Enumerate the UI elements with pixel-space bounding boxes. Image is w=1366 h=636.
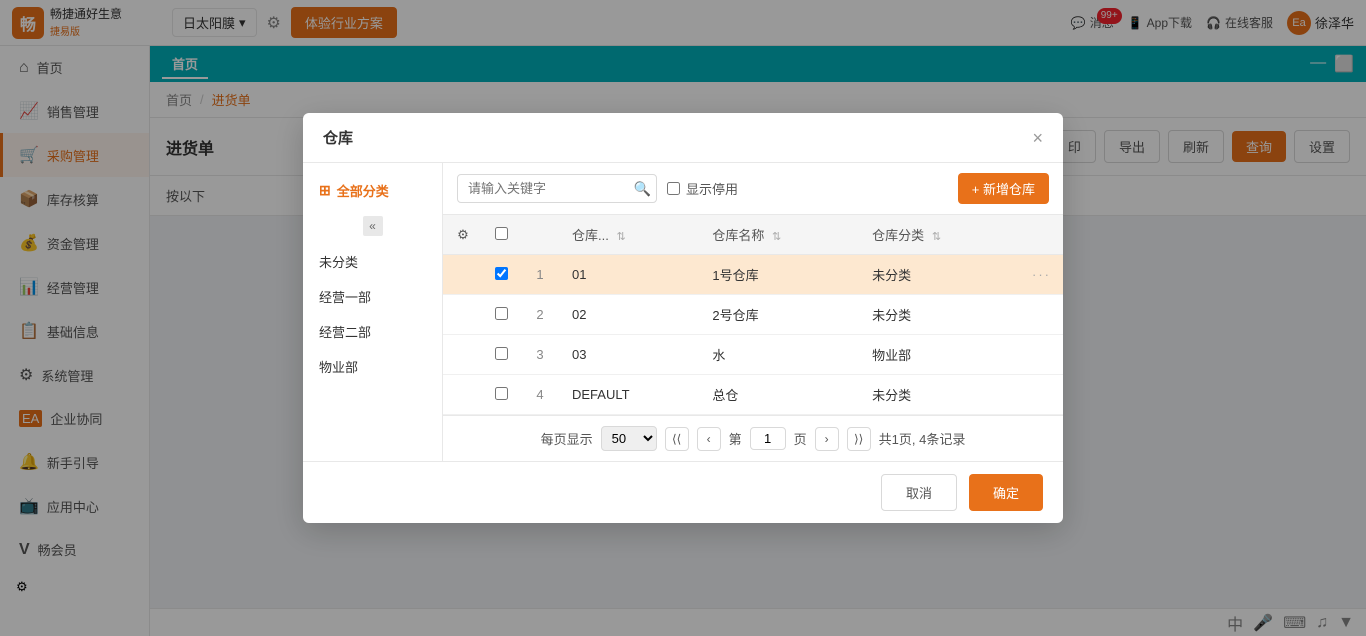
cat-collapse-btn[interactable]: «	[363, 216, 383, 236]
th-name[interactable]: 仓库名称 ⇅	[700, 215, 860, 255]
table-wrap: ⚙ 仓库... ⇅ 仓库名称	[443, 215, 1063, 415]
row-num: 3	[520, 335, 560, 375]
cat-item-0[interactable]: 未分类	[303, 244, 442, 279]
sort-icon-name: ⇅	[772, 231, 781, 243]
select-all-checkbox[interactable]	[495, 227, 508, 240]
row-code: 02	[560, 295, 700, 335]
cat-item-all[interactable]: ⊞ 全部分类	[303, 173, 442, 208]
row-gear	[443, 335, 483, 375]
row-category: 未分类	[860, 375, 1020, 415]
page-first-btn[interactable]: ⟨⟨	[665, 427, 689, 451]
search-input[interactable]	[457, 174, 657, 203]
row-code: 01	[560, 255, 700, 295]
th-category[interactable]: 仓库分类 ⇅	[860, 215, 1020, 255]
row-gear	[443, 295, 483, 335]
modal-overlay[interactable]: 仓库 × ⊞ 全部分类 « 未分类 经营一部 经营二部	[0, 0, 1366, 636]
cat-item-3[interactable]: 物业部	[303, 349, 442, 384]
page-last-btn[interactable]: ⟩⟩	[847, 427, 871, 451]
cat-item-1[interactable]: 经营一部	[303, 279, 442, 314]
row-checkbox-cell[interactable]	[483, 295, 520, 335]
row-code: DEFAULT	[560, 375, 700, 415]
row-checkbox[interactable]	[495, 347, 508, 360]
row-action-dots[interactable]: ···	[1032, 267, 1051, 282]
row-category: 未分类	[860, 295, 1020, 335]
modal-header: 仓库 ×	[303, 113, 1063, 163]
table-row[interactable]: 3 03 水 物业部	[443, 335, 1063, 375]
row-code: 03	[560, 335, 700, 375]
sort-icon-category: ⇅	[932, 231, 941, 243]
warehouse-table: ⚙ 仓库... ⇅ 仓库名称	[443, 215, 1063, 415]
page-next-btn[interactable]: ›	[815, 427, 839, 451]
modal-body: ⊞ 全部分类 « 未分类 经营一部 经营二部 物业部	[303, 163, 1063, 461]
cat-label-2: 经营二部	[319, 322, 371, 341]
per-page-select[interactable]: 50 10 20 100	[601, 426, 657, 451]
sort-icon-code: ⇅	[616, 231, 625, 243]
search-bar: 🔍 显示停用 + 新增仓库	[443, 163, 1063, 215]
pagination: 每页显示 50 10 20 100 ⟨⟨ ‹ 第 页 › ⟩⟩ 共1页, 4条记…	[443, 415, 1063, 461]
confirm-btn[interactable]: 确定	[969, 474, 1043, 511]
page-input[interactable]	[750, 427, 786, 450]
th-code[interactable]: 仓库... ⇅	[560, 215, 700, 255]
search-input-wrap: 🔍	[457, 174, 657, 203]
row-num: 2	[520, 295, 560, 335]
row-gear	[443, 255, 483, 295]
cat-label-0: 未分类	[319, 252, 358, 271]
per-page-label: 每页显示	[541, 429, 593, 448]
add-warehouse-btn[interactable]: + 新增仓库	[958, 173, 1049, 204]
table-row[interactable]: 4 DEFAULT 总仓 未分类	[443, 375, 1063, 415]
cancel-btn[interactable]: 取消	[881, 474, 957, 511]
row-checkbox-cell[interactable]	[483, 375, 520, 415]
row-checkbox[interactable]	[495, 267, 508, 280]
cat-label-1: 经营一部	[319, 287, 371, 306]
table-row[interactable]: 1 01 1号仓库 未分类 ···	[443, 255, 1063, 295]
row-name: 1号仓库	[700, 255, 860, 295]
th-action	[1020, 215, 1063, 255]
table-header-row: ⚙ 仓库... ⇅ 仓库名称	[443, 215, 1063, 255]
row-checkbox[interactable]	[495, 387, 508, 400]
cat-item-2[interactable]: 经营二部	[303, 314, 442, 349]
row-gear	[443, 375, 483, 415]
modal-footer: 取消 确定	[303, 461, 1063, 523]
row-name: 总仓	[700, 375, 860, 415]
row-checkbox-cell[interactable]	[483, 255, 520, 295]
row-num: 4	[520, 375, 560, 415]
th-num	[520, 215, 560, 255]
row-checkbox[interactable]	[495, 307, 508, 320]
row-category: 未分类	[860, 255, 1020, 295]
th-checkbox	[483, 215, 520, 255]
modal-close-btn[interactable]: ×	[1032, 129, 1043, 147]
row-action[interactable]	[1020, 295, 1063, 335]
warehouse-modal: 仓库 × ⊞ 全部分类 « 未分类 经营一部 经营二部	[303, 113, 1063, 523]
total-label: 共1页, 4条记录	[879, 429, 966, 448]
row-checkbox-cell[interactable]	[483, 335, 520, 375]
cat-label-3: 物业部	[319, 357, 358, 376]
row-action[interactable]	[1020, 335, 1063, 375]
show-disabled-checkbox[interactable]	[667, 182, 680, 195]
modal-table-section: 🔍 显示停用 + 新增仓库 ⚙	[443, 163, 1063, 461]
show-disabled-label[interactable]: 显示停用	[667, 179, 738, 198]
row-name: 2号仓库	[700, 295, 860, 335]
grid-icon: ⊞	[319, 182, 331, 199]
row-category: 物业部	[860, 335, 1020, 375]
row-action[interactable]: ···	[1020, 255, 1063, 295]
page-suffix-label: 页	[794, 429, 807, 448]
th-gear: ⚙	[443, 215, 483, 255]
cat-all-label: 全部分类	[337, 181, 389, 200]
page-prev-btn[interactable]: ‹	[697, 427, 721, 451]
category-sidebar: ⊞ 全部分类 « 未分类 经营一部 经营二部 物业部	[303, 163, 443, 461]
table-row[interactable]: 2 02 2号仓库 未分类	[443, 295, 1063, 335]
row-num: 1	[520, 255, 560, 295]
search-icon-btn[interactable]: 🔍	[634, 180, 651, 197]
row-name: 水	[700, 335, 860, 375]
page-prefix-label: 第	[729, 429, 742, 448]
modal-title: 仓库	[323, 127, 353, 148]
row-action[interactable]	[1020, 375, 1063, 415]
